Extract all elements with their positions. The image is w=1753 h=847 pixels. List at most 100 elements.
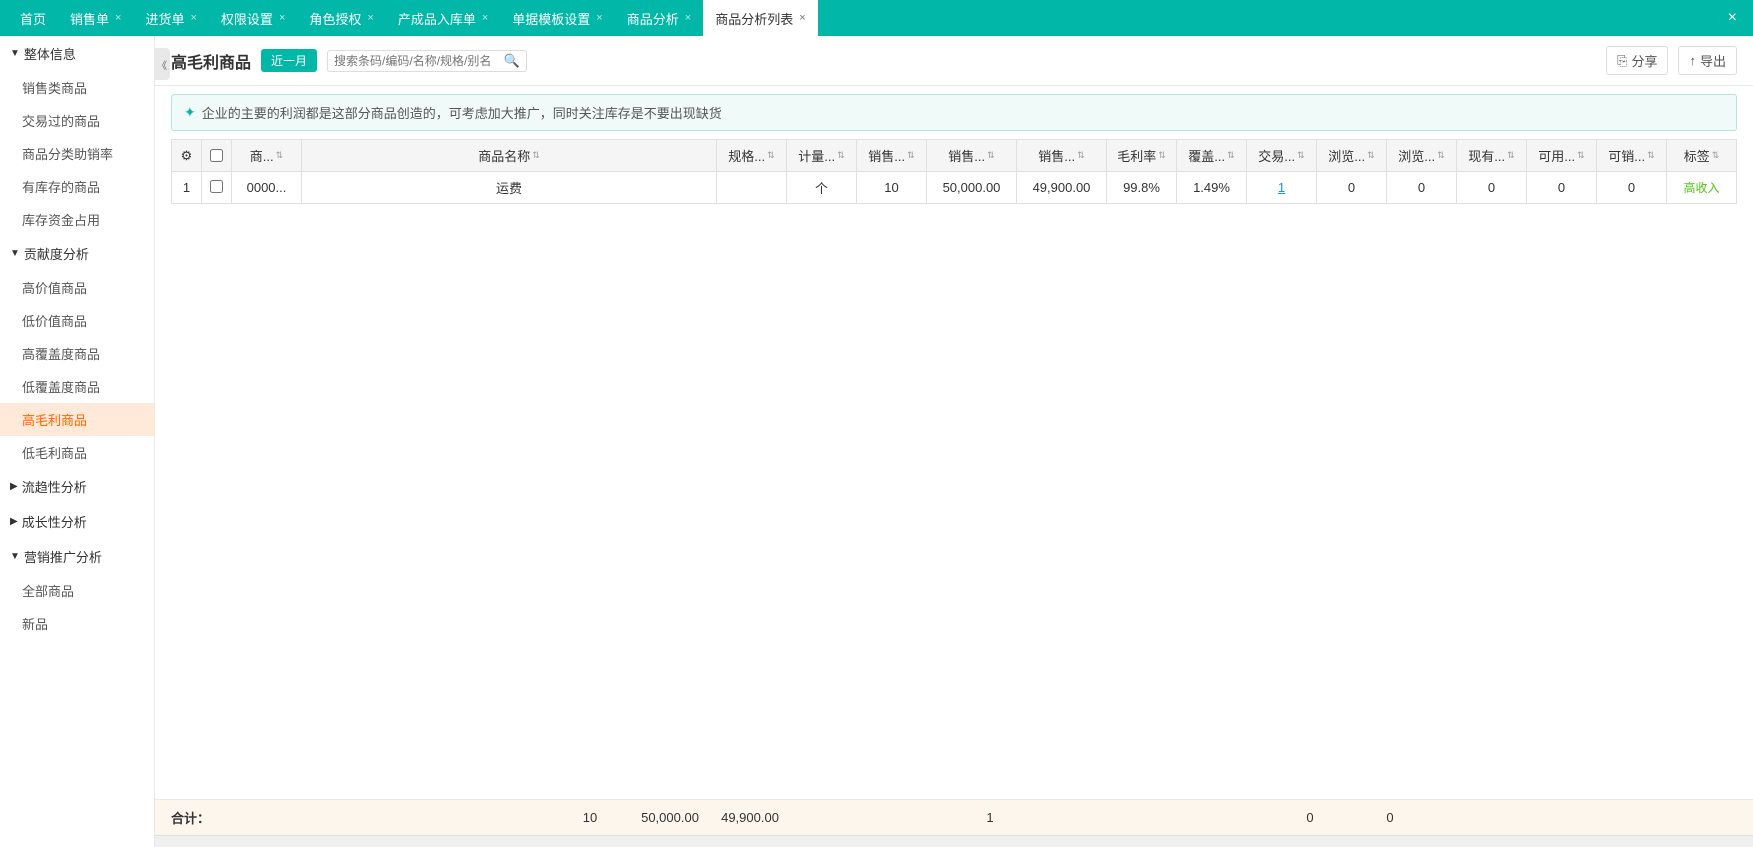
close-permission-settings-icon[interactable]: ×	[279, 12, 285, 24]
sidebar-collapse-button[interactable]: 《	[155, 48, 170, 80]
footer-trade: 1	[950, 810, 1030, 825]
sidebar-group-overall-info[interactable]: ▼ 整体信息	[0, 36, 154, 71]
close-role-auth-icon[interactable]: ×	[367, 12, 373, 24]
cell-trade: 1	[1247, 172, 1317, 204]
close-product-inbound-icon[interactable]: ×	[482, 12, 488, 24]
sidebar-item-sales-goods[interactable]: 销售类商品	[0, 71, 154, 104]
sort-icon[interactable]: ⇅	[1577, 150, 1585, 161]
share-icon: ⎘	[1617, 53, 1627, 69]
footer-bar: 合计： 10 50,000.00 49,900.00 1 0 0	[155, 799, 1753, 835]
close-sales-order-icon[interactable]: ×	[115, 12, 121, 24]
close-template-settings-icon[interactable]: ×	[596, 12, 602, 24]
col-unit: 计量...⇅	[787, 140, 857, 172]
chevron-right-icon: ▶	[10, 481, 18, 492]
sidebar-item-high-value[interactable]: 高价值商品	[0, 271, 154, 304]
sort-icon[interactable]: ⇅	[767, 150, 775, 161]
col-checkbox[interactable]	[202, 140, 232, 172]
col-trade: 交易...⇅	[1247, 140, 1317, 172]
chevron-down-icon: ▼	[10, 551, 20, 562]
sort-icon[interactable]: ⇅	[1297, 150, 1305, 161]
search-input[interactable]	[334, 54, 504, 68]
cell-checkbox[interactable]	[202, 172, 232, 204]
col-settings[interactable]: ⚙	[172, 140, 202, 172]
info-icon: ✦	[184, 104, 196, 121]
footer-sale3: 49,900.00	[710, 810, 790, 825]
close-product-analysis-list-icon[interactable]: ×	[799, 12, 805, 24]
sidebar-item-stock-capital[interactable]: 库存资金占用	[0, 203, 154, 236]
cell-gross-rate: 99.8%	[1107, 172, 1177, 204]
sort-icon[interactable]: ⇅	[532, 150, 540, 161]
cell-code: 0000...	[232, 172, 302, 204]
sort-icon[interactable]: ⇅	[987, 150, 995, 161]
sort-icon[interactable]: ⇅	[837, 150, 845, 161]
sidebar-item-high-coverage[interactable]: 高覆盖度商品	[0, 337, 154, 370]
nav-product-analysis-list[interactable]: 商品分析列表 ×	[703, 0, 817, 36]
sort-icon[interactable]: ⇅	[1158, 150, 1166, 161]
nav-home[interactable]: 首页	[8, 0, 58, 36]
share-button[interactable]: ⎘ 分享	[1606, 46, 1668, 75]
sidebar-item-low-value[interactable]: 低价值商品	[0, 304, 154, 337]
nav-permission-settings[interactable]: 权限设置 ×	[209, 0, 297, 36]
col-sale1: 销售...⇅	[857, 140, 927, 172]
sidebar-item-stock-goods[interactable]: 有库存的商品	[0, 170, 154, 203]
sort-icon[interactable]: ⇅	[276, 150, 284, 161]
sort-icon[interactable]: ⇅	[1367, 150, 1375, 161]
trade-link[interactable]: 1	[1278, 180, 1285, 195]
sidebar-item-traded-goods[interactable]: 交易过的商品	[0, 104, 154, 137]
sidebar-item-all-goods[interactable]: 全部商品	[0, 574, 154, 607]
time-filter-button[interactable]: 近一月	[261, 49, 317, 72]
row-checkbox[interactable]	[210, 180, 223, 193]
search-box[interactable]: 🔍	[327, 50, 527, 72]
col-gross-rate: 毛利率⇅	[1107, 140, 1177, 172]
sort-icon[interactable]: ⇅	[1227, 150, 1235, 161]
sidebar-item-category-rate[interactable]: 商品分类助销率	[0, 137, 154, 170]
export-button[interactable]: ↑ 导出	[1678, 46, 1737, 75]
content-header: 高毛利商品 近一月 🔍 ⎘ 分享 ↑ 导出	[155, 36, 1753, 86]
cell-coverage: 1.49%	[1177, 172, 1247, 204]
footer-available: 0	[1270, 810, 1350, 825]
chevron-down-icon: ▼	[10, 48, 20, 59]
col-code: 商...⇅	[232, 140, 302, 172]
cell-saleable: 0	[1597, 172, 1667, 204]
table-container: ⚙ 商...⇅ 商品名称⇅ 规格...⇅	[155, 139, 1753, 799]
sidebar-group-contribution[interactable]: ▼ 贡献度分析	[0, 236, 154, 271]
nav-sales-order[interactable]: 销售单 ×	[58, 0, 133, 36]
col-coverage: 覆盖...⇅	[1177, 140, 1247, 172]
nav-role-auth[interactable]: 角色授权 ×	[297, 0, 385, 36]
footer-saleable: 0	[1350, 810, 1430, 825]
sidebar-item-low-margin[interactable]: 低毛利商品	[0, 436, 154, 469]
cell-current: 0	[1457, 172, 1527, 204]
nav-purchase-order[interactable]: 进货单 ×	[133, 0, 208, 36]
close-product-analysis-icon[interactable]: ×	[685, 12, 691, 24]
window-close-button[interactable]: ×	[1720, 9, 1745, 27]
bottom-scrollbar[interactable]	[155, 835, 1753, 847]
sidebar-group-marketing[interactable]: ▼ 营销推广分析	[0, 539, 154, 574]
sidebar-item-new-products[interactable]: 新品	[0, 607, 154, 640]
nav-product-inbound[interactable]: 产成品入库单 ×	[386, 0, 500, 36]
close-purchase-order-icon[interactable]: ×	[190, 12, 196, 24]
sidebar-item-low-coverage[interactable]: 低覆盖度商品	[0, 370, 154, 403]
footer-sale1: 10	[550, 810, 630, 825]
sort-icon[interactable]: ⇅	[1077, 150, 1085, 161]
sidebar-item-high-margin[interactable]: 高毛利商品	[0, 403, 154, 436]
sort-icon[interactable]: ⇅	[1647, 150, 1655, 161]
sort-icon[interactable]: ⇅	[907, 150, 915, 161]
data-table: ⚙ 商...⇅ 商品名称⇅ 规格...⇅	[171, 139, 1737, 204]
nav-product-analysis[interactable]: 商品分析 ×	[615, 0, 703, 36]
sort-icon[interactable]: ⇅	[1437, 150, 1445, 161]
chevron-right-icon: ▶	[10, 516, 18, 527]
cell-available: 0	[1527, 172, 1597, 204]
cell-browse2: 0	[1387, 172, 1457, 204]
sidebar-group-trend[interactable]: ▶ 流趋性分析	[0, 469, 154, 504]
sidebar-group-growth[interactable]: ▶ 成长性分析	[0, 504, 154, 539]
nav-template-settings[interactable]: 单据模板设置 ×	[500, 0, 614, 36]
search-icon[interactable]: 🔍	[504, 53, 520, 69]
sort-icon[interactable]: ⇅	[1712, 150, 1720, 161]
export-icon: ↑	[1689, 53, 1696, 68]
cell-browse1: 0	[1317, 172, 1387, 204]
select-all-checkbox[interactable]	[210, 149, 223, 162]
table-row: 1 0000... 运费 个 10 50,000.00 49,900.00 99…	[172, 172, 1737, 204]
col-saleable-stock: 可销...⇅	[1597, 140, 1667, 172]
sort-icon[interactable]: ⇅	[1507, 150, 1515, 161]
footer-label: 合计：	[171, 808, 210, 827]
